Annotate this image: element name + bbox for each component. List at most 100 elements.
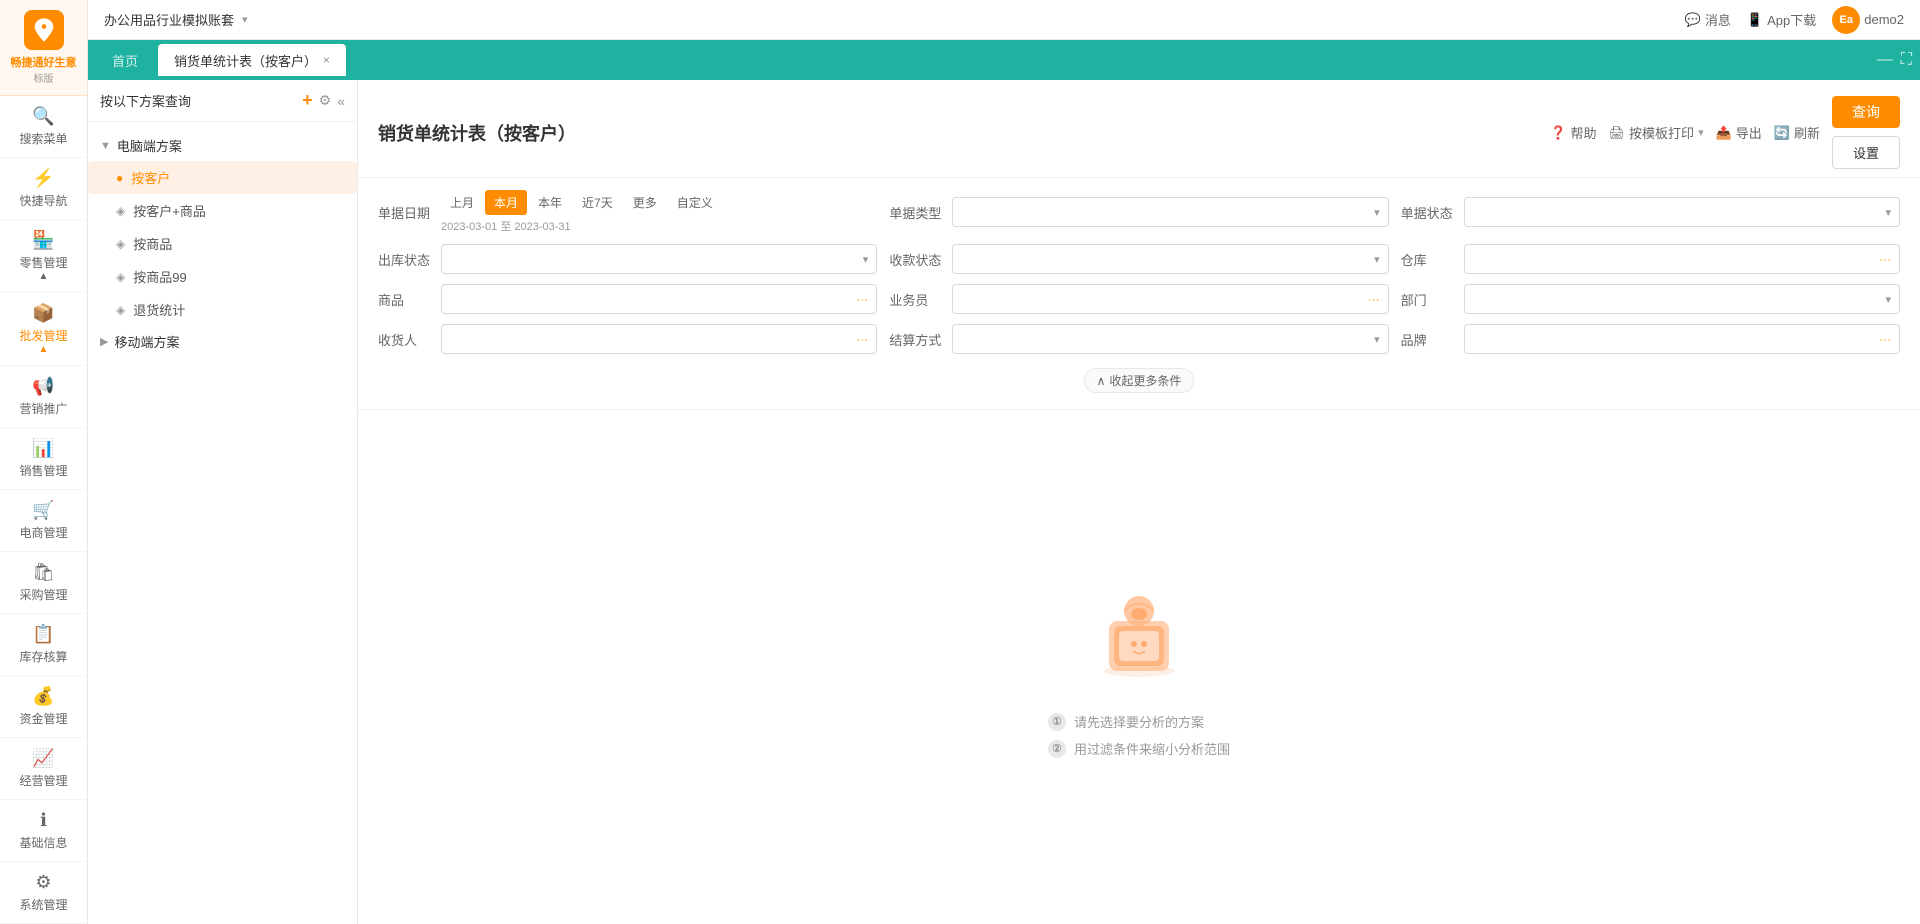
hint-text-1: 请先选择要分析的方案 — [1074, 712, 1204, 731]
out-status-label: 出库状态 — [378, 250, 433, 269]
date-tab-this-year[interactable]: 本年 — [529, 190, 571, 215]
print-btn[interactable]: 🖨 按模板打印 ▾ — [1609, 123, 1704, 142]
date-tab-prev-month[interactable]: 上月 — [441, 190, 483, 215]
out-status-control[interactable]: ▾ — [441, 244, 877, 274]
date-tab-more[interactable]: 更多 — [624, 190, 666, 215]
print-dropdown-icon[interactable]: ▾ — [1698, 126, 1704, 139]
hint-text-2: 用过滤条件来缩小分析范围 — [1074, 739, 1230, 758]
collapse-panel-btn[interactable]: « — [337, 93, 345, 109]
app-download-btn[interactable]: 📱 App下载 — [1747, 10, 1816, 29]
user-avatar: Ea — [1832, 6, 1860, 34]
sidebar-item-label: 电商管理 — [19, 524, 67, 541]
help-btn[interactable]: ❓ 帮助 — [1550, 123, 1596, 142]
collapse-filter-btn[interactable]: ∧ 收起更多条件 — [1084, 368, 1195, 393]
collect-status-label: 收款状态 — [889, 250, 944, 269]
filter-row-3: 商品 ··· 业务员 ··· 部门 — [378, 284, 1900, 314]
salesperson-label: 业务员 — [889, 290, 944, 309]
tab-close-icon[interactable]: × — [323, 53, 330, 67]
settings-button[interactable]: 设置 — [1832, 136, 1900, 169]
date-range: 2023-03-01 至 2023-03-31 — [441, 218, 722, 234]
order-status-control[interactable]: ▾ — [1464, 197, 1900, 227]
filter-collect-status: 收款状态 ▾ — [889, 244, 1388, 274]
receiver-control[interactable]: ··· — [441, 324, 877, 354]
user-profile[interactable]: Ea demo2 — [1832, 6, 1904, 34]
inventory-icon: 📋 — [32, 624, 54, 645]
order-type-control[interactable]: ▾ — [952, 197, 1388, 227]
topbar-left: 办公用品行业模拟账套 ▾ — [104, 10, 248, 29]
scheme-by-customer-label: 按客户 — [131, 168, 170, 187]
sidebar-item-quick-nav[interactable]: ⚡ 快捷导航 — [0, 158, 87, 220]
sales-icon: 📊 — [32, 438, 54, 459]
sidebar-item-label: 系统管理 — [19, 896, 67, 913]
desktop-group-label: 电脑端方案 — [117, 136, 182, 155]
dept-label: 部门 — [1401, 290, 1456, 309]
sidebar-item-retail[interactable]: 🏪 零售管理 ▲ — [0, 220, 87, 293]
sidebar-item-inventory[interactable]: 📋 库存核算 — [0, 614, 87, 676]
scheme-customer-goods[interactable]: ◈ 按客户+商品 — [88, 194, 357, 227]
date-tab-7days[interactable]: 近7天 — [573, 190, 622, 215]
tab-minimize-btn[interactable]: — — [1877, 51, 1893, 69]
sidebar-item-purchase[interactable]: 🛍 采购管理 — [0, 552, 87, 614]
salesperson-control[interactable]: ··· — [952, 284, 1388, 314]
filter-out-status: 出库状态 ▾ — [378, 244, 877, 274]
goods-dots: ··· — [856, 292, 868, 306]
filter-date: 单据日期 上月 本月 本年 近7天 更多 自定义 2023-03-01 至 20… — [378, 190, 877, 234]
mobile-group-header[interactable]: ▶ 移动端方案 — [88, 326, 357, 357]
settings-scheme-btn[interactable]: ⚙ — [319, 92, 332, 109]
ecommerce-icon: 🛒 — [32, 500, 54, 521]
sidebar-item-marketing[interactable]: 📢 营销推广 — [0, 366, 87, 428]
goods-control[interactable]: ··· — [441, 284, 877, 314]
scheme-by-goods[interactable]: ◈ 按商品 — [88, 227, 357, 260]
export-btn[interactable]: 📤 导出 — [1716, 123, 1762, 142]
scheme-return-stats[interactable]: ◈ 退货统计 — [88, 293, 357, 326]
scheme-icon-4: ◈ — [116, 303, 125, 317]
warehouse-control[interactable]: ··· — [1464, 244, 1900, 274]
date-tab-custom[interactable]: 自定义 — [668, 190, 722, 215]
collect-status-control[interactable]: ▾ — [952, 244, 1388, 274]
sidebar-item-sales[interactable]: 📊 销售管理 — [0, 428, 87, 490]
message-btn[interactable]: 💬 消息 — [1685, 10, 1731, 29]
refresh-label: 刷新 — [1794, 123, 1820, 142]
desktop-group-header[interactable]: ▼ 电脑端方案 — [88, 130, 357, 161]
scheme-by-customer[interactable]: ● 按客户 — [88, 161, 357, 194]
sidebar-sub-text: 标版 — [34, 70, 54, 85]
tab-home[interactable]: 首页 — [96, 44, 154, 76]
desktop-group-arrow: ▼ — [100, 140, 111, 152]
tab-sales-stats[interactable]: 销货单统计表（按客户） × — [158, 44, 346, 76]
dept-control[interactable]: ▾ — [1464, 284, 1900, 314]
date-tab-this-month[interactable]: 本月 — [485, 190, 527, 215]
topbar-dropdown-icon[interactable]: ▾ — [242, 13, 248, 26]
filter-area: 单据日期 上月 本月 本年 近7天 更多 自定义 2023-03-01 至 20… — [358, 178, 1920, 410]
right-action-group: 查询 设置 — [1832, 96, 1900, 169]
left-panel-title: 按以下方案查询 — [100, 91, 191, 110]
sidebar-item-label: 基础信息 — [19, 834, 67, 851]
help-label: 帮助 — [1571, 123, 1597, 142]
tab-home-label: 首页 — [112, 51, 138, 70]
brand-control[interactable]: ··· — [1464, 324, 1900, 354]
desktop-group: ▼ 电脑端方案 ● 按客户 ◈ 按客户+商品 ◈ 按商品 — [88, 130, 357, 326]
order-status-chevron: ▾ — [1885, 206, 1891, 219]
sidebar-item-label: 批发管理 — [19, 327, 67, 344]
sidebar-item-search[interactable]: 🔍 搜索菜单 — [0, 96, 87, 158]
date-tabs: 上月 本月 本年 近7天 更多 自定义 — [441, 190, 722, 215]
logo-svg — [30, 16, 58, 44]
sidebar-item-ecommerce[interactable]: 🛒 电商管理 — [0, 490, 87, 552]
dept-chevron: ▾ — [1885, 293, 1891, 306]
finance-icon: 💰 — [32, 686, 54, 707]
add-scheme-btn[interactable]: + — [302, 90, 313, 111]
tab-maximize-btn[interactable]: ⛶ — [1901, 51, 1912, 69]
sidebar-item-wholesale[interactable]: 📦 批发管理 ▲ — [0, 293, 87, 366]
app-download-icon: 📱 — [1747, 12, 1763, 28]
sidebar-item-label: 资金管理 — [19, 710, 67, 727]
sidebar-item-system[interactable]: ⚙ 系统管理 — [0, 862, 87, 924]
sidebar-item-finance[interactable]: 💰 资金管理 — [0, 676, 87, 738]
query-button[interactable]: 查询 — [1832, 96, 1900, 128]
refresh-icon: 🔄 — [1774, 125, 1790, 141]
sidebar-logo-text: 畅捷通好生意 — [11, 54, 77, 70]
scheme-goods-99[interactable]: ◈ 按商品99 — [88, 260, 357, 293]
user-name: demo2 — [1864, 12, 1904, 27]
sidebar-item-basic-info[interactable]: ℹ 基础信息 — [0, 800, 87, 862]
refresh-btn[interactable]: 🔄 刷新 — [1774, 123, 1820, 142]
sidebar-item-management[interactable]: 📈 经营管理 — [0, 738, 87, 800]
settlement-control[interactable]: ▾ — [952, 324, 1388, 354]
